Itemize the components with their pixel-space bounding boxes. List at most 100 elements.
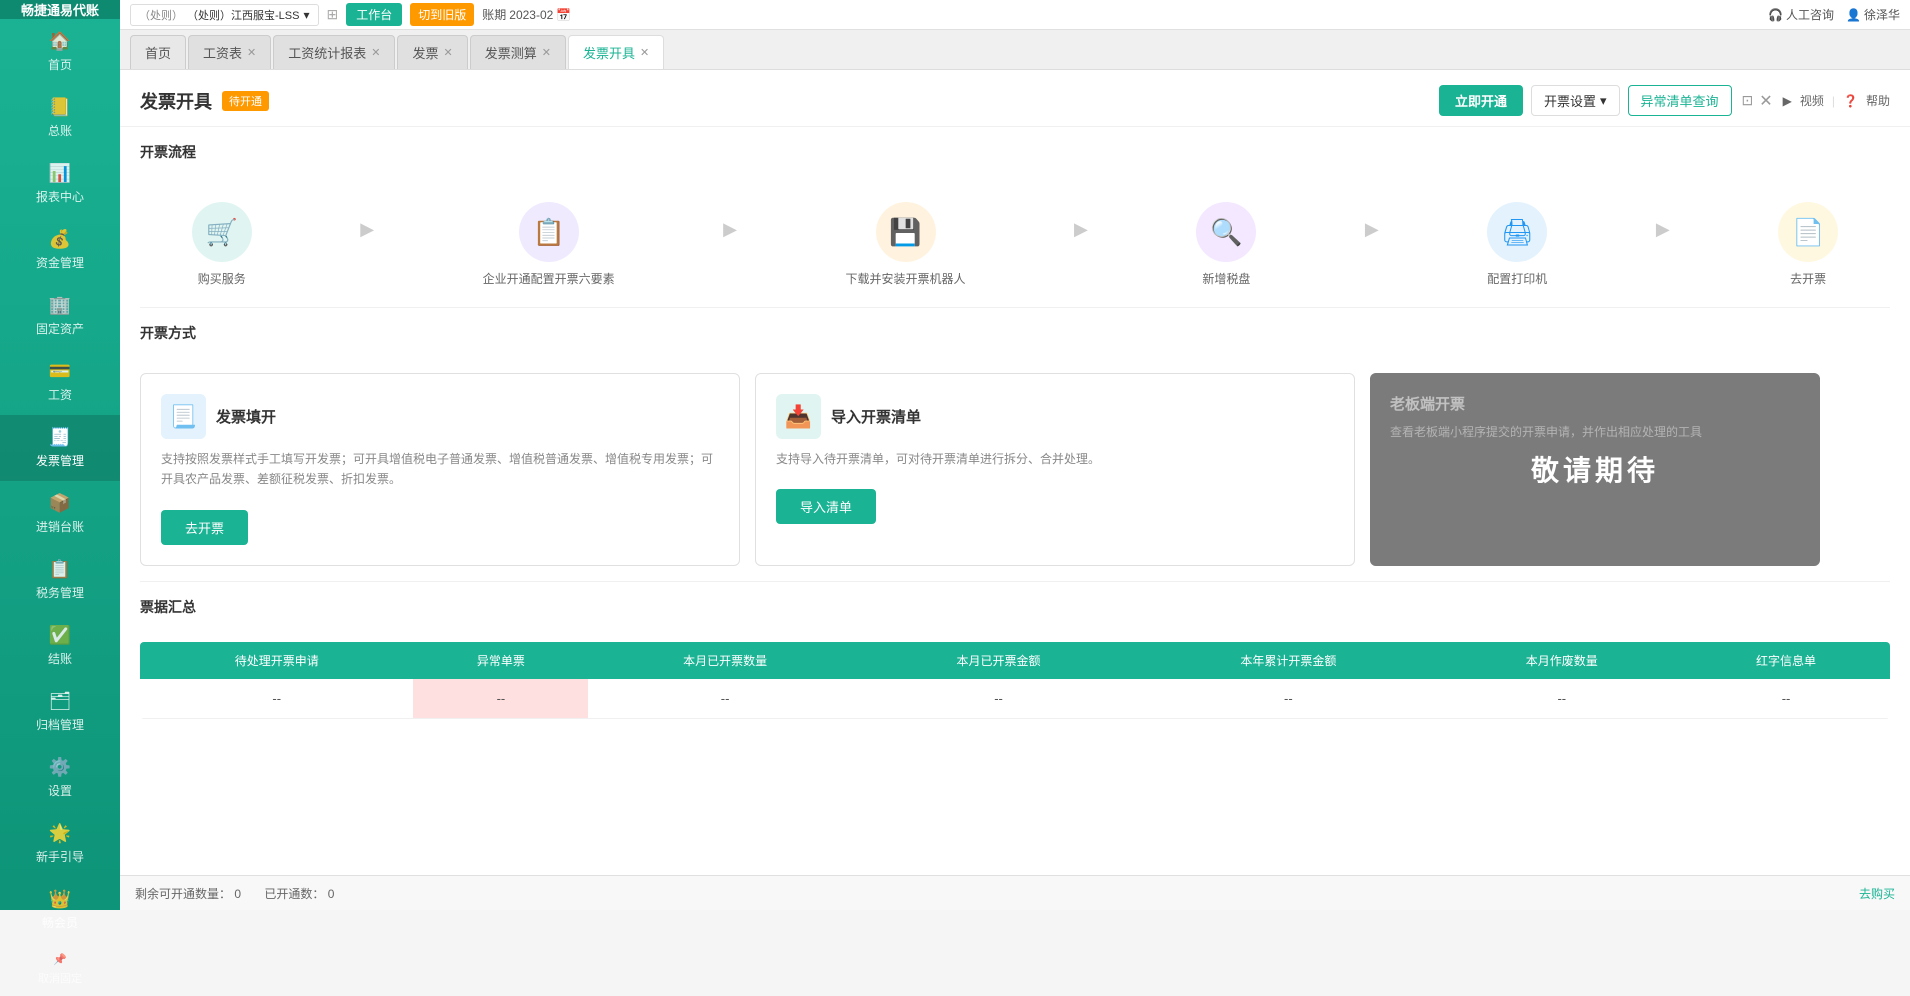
sidebar-pin[interactable]: 📌 取消固定: [0, 943, 120, 996]
manual-open-button[interactable]: 去开票: [161, 510, 248, 545]
period-edit-icon[interactable]: 📅: [556, 8, 571, 22]
help-icon[interactable]: ❓: [1843, 94, 1858, 108]
checkout-icon: ✅: [49, 625, 71, 646]
copy-icon[interactable]: ⊞: [327, 6, 339, 23]
invoice-icon: 🧾: [49, 427, 71, 448]
dropdown-arrow-icon: ▾: [1600, 93, 1607, 109]
separator1: |: [1832, 94, 1835, 108]
period-selector[interactable]: 账期 2023-02 📅: [482, 6, 571, 23]
sidebar-assets-label: 固定资产: [36, 320, 84, 337]
tab-invoice-close[interactable]: ✕: [444, 46, 453, 59]
bottom-bar: 剩余可开通数量： 0 已开通数： 0 去购买: [120, 875, 1910, 910]
tab-payroll-label: 工资表: [203, 43, 242, 62]
method-manual-icon: 📃: [161, 394, 206, 439]
flow-step-6[interactable]: 📄 去开票: [1778, 202, 1838, 287]
tab-payroll-close[interactable]: ✕: [247, 46, 256, 59]
import-list-button[interactable]: 导入清单: [776, 489, 876, 524]
summary-table: 待处理开票申请 异常单票 本月已开票数量 本月已开票金额 本年累计开票金额 本月…: [140, 642, 1890, 719]
flow-arrow-3: ▶: [1074, 219, 1088, 240]
sidebar-item-invoice[interactable]: 🧾 发票管理: [0, 415, 120, 481]
method-manual-header: 📃 发票填开: [161, 394, 719, 439]
abnormal-query-button[interactable]: 异常清单查询: [1628, 85, 1732, 116]
flow-title: 开票流程: [140, 142, 1890, 162]
tab-invoice[interactable]: 发票 ✕: [397, 35, 467, 69]
tab-payroll-report-close[interactable]: ✕: [371, 46, 380, 59]
summary-section: 票据汇总 待处理开票申请 异常单票 本月已开票数量 本月已开票金额 本年累计开票…: [120, 582, 1910, 739]
page-header: 发票开具 待开通 立即开通 开票设置 ▾ 异常清单查询 ⊡ ✕ ▶: [120, 70, 1910, 127]
flow-arrow-1: ▶: [360, 219, 374, 240]
tab-invoice-calc-close[interactable]: ✕: [542, 46, 551, 59]
user-avatar[interactable]: 👤 徐泽华: [1846, 6, 1900, 23]
sidebar-item-tax[interactable]: 📋 税务管理: [0, 547, 120, 613]
val-monthly-amount: --: [862, 679, 1135, 719]
tab-invoice-open[interactable]: 发票开具 ✕: [568, 35, 664, 69]
val-abnormal: --: [413, 679, 588, 719]
sidebar-item-archive[interactable]: 🗂 归档管理: [0, 679, 120, 745]
sidebar-item-home[interactable]: 🏠 首页: [0, 19, 120, 85]
method-import-title: 导入开票清单: [831, 406, 921, 427]
view-video-icon[interactable]: ▶: [1783, 94, 1792, 108]
method-manual-title: 发票填开: [216, 406, 276, 427]
method-import-header: 📥 导入开票清单: [776, 394, 1334, 439]
tab-invoice-calc[interactable]: 发票测算 ✕: [470, 35, 566, 69]
open-now-button[interactable]: 立即开通: [1439, 85, 1523, 116]
sidebar-item-purchase[interactable]: 📦 进销台账: [0, 481, 120, 547]
sidebar: 畅捷通易代账 🏠 首页 📒 总账 📊 报表中心 💰 资金管理 🏢 固定资产 💳 …: [0, 0, 120, 910]
restore-btn[interactable]: ⊡: [1742, 92, 1754, 109]
username: 徐泽华: [1864, 6, 1900, 23]
assets-icon: 🏢: [49, 295, 71, 316]
ledger-icon: 📒: [49, 97, 71, 118]
val-void-count: --: [1442, 679, 1683, 719]
col-abnormal: 异常单票: [413, 642, 588, 679]
sidebar-item-payroll[interactable]: 💳 工资: [0, 349, 120, 415]
flow-step-1[interactable]: 🛒 购买服务: [192, 202, 252, 287]
payroll-icon: 💳: [49, 361, 71, 382]
sidebar-item-ledger[interactable]: 📒 总账: [0, 85, 120, 151]
method-manual-desc: 支持按照发票样式手工填写开发票；可开具增值税电子普通发票、增值税普通发票、增值税…: [161, 449, 719, 490]
method-legacy: 老板端开票 查看老板端小程序提交的开票申请，并作出相应处理的工具 敬请期待: [1370, 373, 1820, 566]
company-selector[interactable]: （处则） （处则）江西服宝-LSS ▾: [130, 4, 319, 26]
sidebar-settings-label: 设置: [48, 782, 72, 799]
flow-step-2[interactable]: 📋 企业开通配置开票六要素: [483, 202, 615, 287]
content-area: 发票开具 待开通 立即开通 开票设置 ▾ 异常清单查询 ⊡ ✕ ▶: [120, 70, 1910, 875]
sidebar-item-settings[interactable]: ⚙️ 设置: [0, 745, 120, 811]
headset-icon: 🎧: [1768, 8, 1783, 22]
flow-step-3[interactable]: 💾 下载并安装开票机器人: [846, 202, 966, 287]
col-yearly-amount: 本年累计开票金额: [1135, 642, 1441, 679]
workstation-button[interactable]: 工作台: [346, 3, 402, 26]
open-settings-button[interactable]: 开票设置 ▾: [1531, 85, 1620, 116]
tab-invoice-open-close[interactable]: ✕: [640, 46, 649, 59]
flow-arrow-2: ▶: [723, 219, 737, 240]
sidebar-item-checkout[interactable]: ✅ 结账: [0, 613, 120, 679]
flow-step-5[interactable]: 🖨 配置打印机: [1487, 202, 1547, 287]
sidebar-item-vip[interactable]: 👑 畅会员: [0, 877, 120, 943]
summary-table-row: -- -- -- -- -- -- --: [140, 679, 1890, 719]
opened-value: 0: [328, 887, 335, 901]
remaining-label: 剩余可开通数量：: [135, 887, 231, 901]
tab-invoice-label: 发票: [412, 43, 438, 62]
flow-step-2-label: 企业开通配置开票六要素: [483, 270, 615, 287]
settings-icon: ⚙️: [49, 757, 71, 778]
flow-step-6-label: 去开票: [1790, 270, 1826, 287]
tab-payroll[interactable]: 工资表 ✕: [188, 35, 271, 69]
flow-arrow-4: ▶: [1365, 219, 1379, 240]
opened-label: 已开通数：: [264, 887, 324, 901]
sidebar-item-funds[interactable]: 💰 资金管理: [0, 217, 120, 283]
buy-link[interactable]: 去购买: [1859, 885, 1895, 902]
close-btn[interactable]: ✕: [1759, 91, 1772, 111]
coming-soon-overlay: 敬请期待: [1370, 373, 1820, 566]
sidebar-item-assets[interactable]: 🏢 固定资产: [0, 283, 120, 349]
flow-step-4[interactable]: 🔍 新增税盘: [1196, 202, 1256, 287]
flow-step-4-icon: 🔍: [1196, 202, 1256, 262]
status-badge: 待开通: [222, 91, 269, 111]
val-monthly-count: --: [588, 679, 861, 719]
sidebar-item-guide[interactable]: 🌟 新手引导: [0, 811, 120, 877]
sidebar-item-reports[interactable]: 📊 报表中心: [0, 151, 120, 217]
tab-home[interactable]: 首页: [130, 35, 186, 69]
tab-payroll-report[interactable]: 工资统计报表 ✕: [273, 35, 395, 69]
bottom-info: 剩余可开通数量： 0 已开通数： 0: [135, 885, 334, 902]
method-import-icon: 📥: [776, 394, 821, 439]
tab-payroll-report-label: 工资统计报表: [288, 43, 366, 62]
switch-old-button[interactable]: 切到旧版: [410, 3, 474, 26]
support-link[interactable]: 🎧 人工咨询: [1768, 6, 1834, 23]
